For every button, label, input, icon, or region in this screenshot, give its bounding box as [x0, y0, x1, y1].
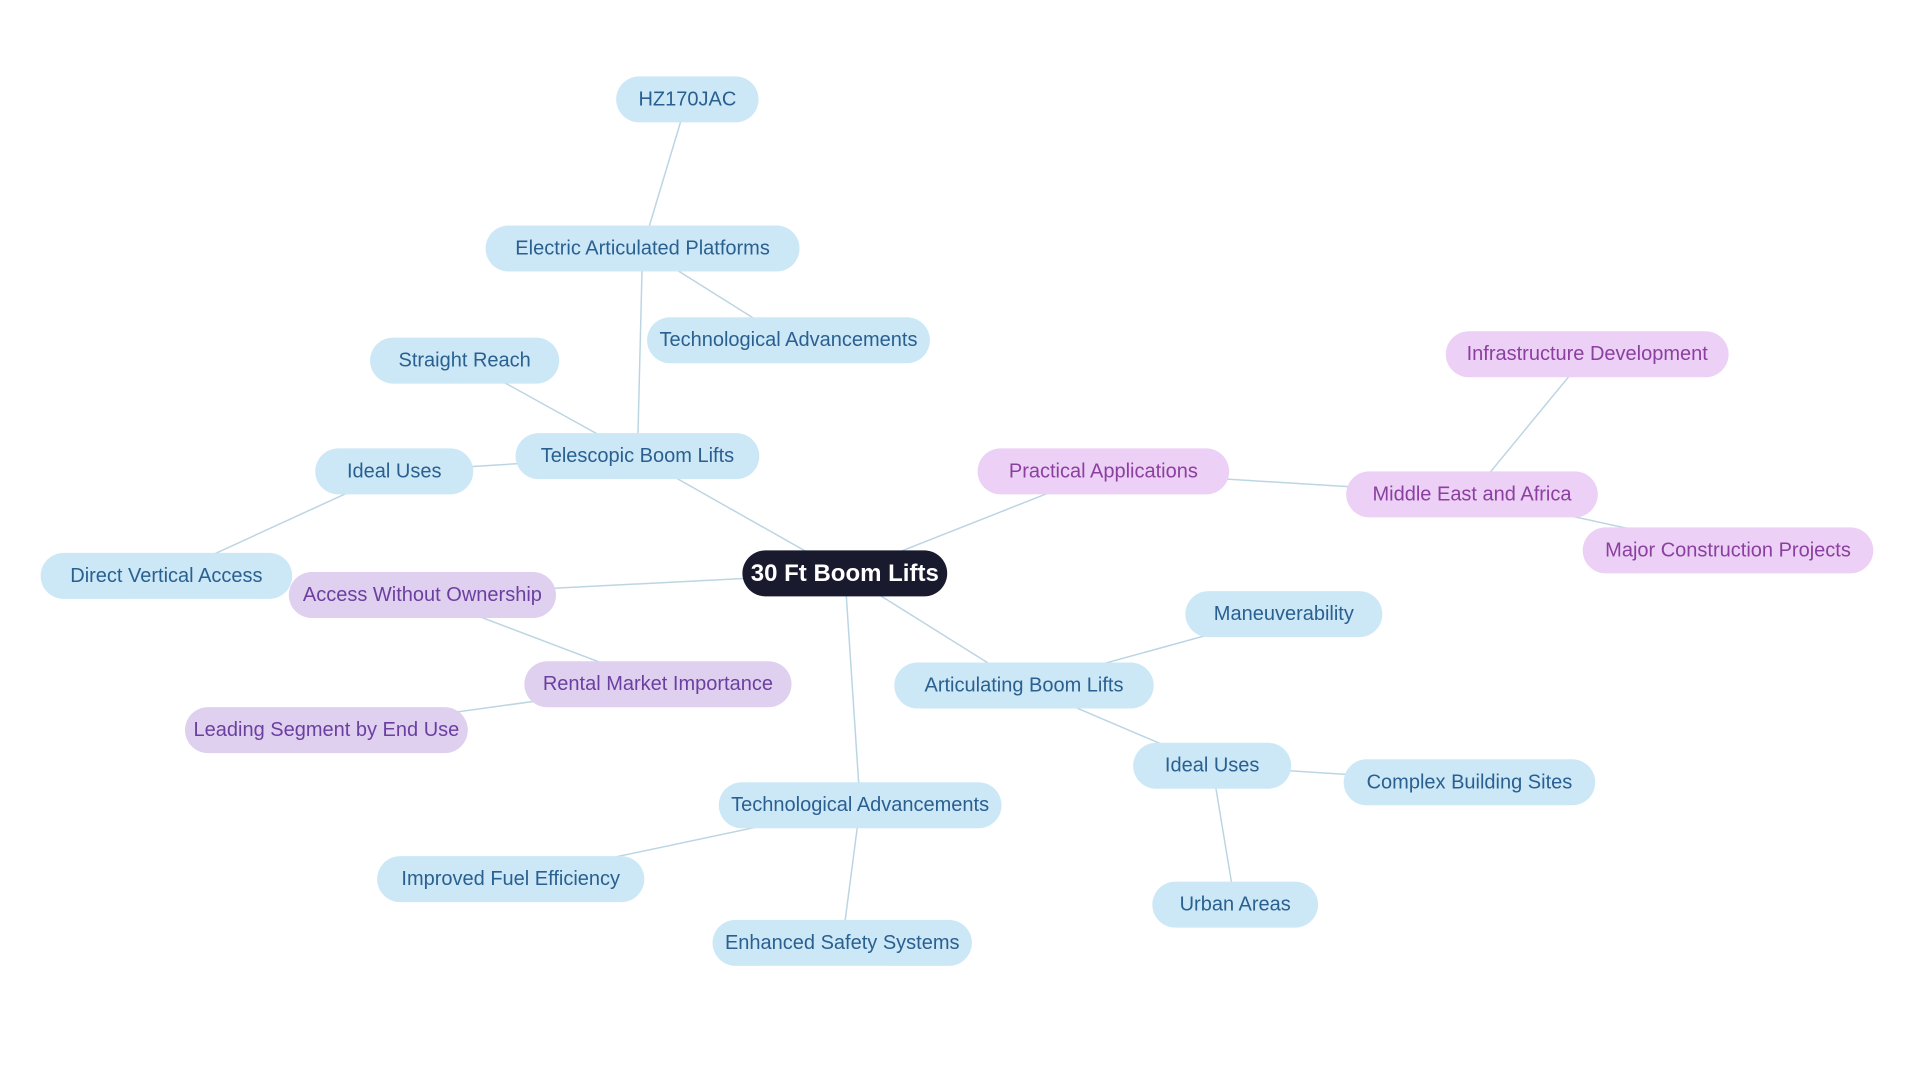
node-direct_vertical: Direct Vertical Access [41, 553, 293, 599]
node-complex_building: Complex Building Sites [1344, 759, 1596, 805]
svg-text:Electric Articulated Platforms: Electric Articulated Platforms [515, 237, 770, 259]
node-leading_segment: Leading Segment by End Use [185, 707, 468, 753]
svg-text:Ideal Uses: Ideal Uses [1165, 755, 1260, 777]
svg-text:Leading Segment by End Use: Leading Segment by End Use [194, 719, 460, 741]
node-tech_advancements_top: Technological Advancements [647, 317, 930, 363]
svg-text:Middle East and Africa: Middle East and Africa [1373, 483, 1573, 505]
svg-text:Articulating Boom Lifts: Articulating Boom Lifts [925, 674, 1124, 696]
mind-map: 30 Ft Boom Lifts HZ170JAC Electric Articul… [0, 0, 1920, 1083]
svg-text:Technological Advancements: Technological Advancements [731, 794, 989, 816]
node-telescopic_boom: Telescopic Boom Lifts [516, 433, 760, 479]
node-electric_articulated: Electric Articulated Platforms [486, 225, 800, 271]
svg-text:Access Without Ownership: Access Without Ownership [303, 584, 542, 606]
svg-text:Rental Market Importance: Rental Market Importance [543, 673, 773, 695]
svg-text:Maneuverability: Maneuverability [1214, 603, 1354, 625]
node-practical_apps: Practical Applications [978, 448, 1230, 494]
node-enhanced_safety: Enhanced Safety Systems [713, 920, 972, 966]
node-urban_areas: Urban Areas [1152, 882, 1318, 928]
svg-text:HZ170JAC: HZ170JAC [638, 88, 736, 110]
node-rental_market: Rental Market Importance [524, 661, 791, 707]
svg-text:Enhanced Safety Systems: Enhanced Safety Systems [725, 932, 960, 954]
svg-text:Practical Applications: Practical Applications [1009, 460, 1198, 482]
node-major_construction: Major Construction Projects [1583, 527, 1874, 573]
node-ideal_uses_top: Ideal Uses [315, 448, 473, 494]
node-improved_fuel: Improved Fuel Efficiency [377, 856, 644, 902]
node-ideal_uses_bot: Ideal Uses [1133, 743, 1291, 789]
node-access_without: Access Without Ownership [289, 572, 556, 618]
svg-text:Infrastructure Development: Infrastructure Development [1467, 343, 1709, 365]
node-infrastructure: Infrastructure Development [1446, 331, 1729, 377]
svg-text:Telescopic Boom Lifts: Telescopic Boom Lifts [541, 445, 734, 467]
svg-text:Major Construction Projects: Major Construction Projects [1605, 539, 1851, 561]
node-maneuverability: Maneuverability [1185, 591, 1382, 637]
node-middle_east: Middle East and Africa [1346, 471, 1598, 517]
svg-text:Improved Fuel Efficiency: Improved Fuel Efficiency [401, 868, 620, 890]
svg-text:30 Ft Boom Lifts: 30 Ft Boom Lifts [751, 560, 939, 587]
svg-text:Technological Advancements: Technological Advancements [660, 329, 918, 351]
svg-text:Complex Building Sites: Complex Building Sites [1367, 771, 1573, 793]
svg-text:Direct Vertical Access: Direct Vertical Access [70, 565, 262, 587]
svg-text:Urban Areas: Urban Areas [1180, 894, 1291, 916]
node-center: 30 Ft Boom Lifts [742, 550, 947, 596]
node-straight_reach: Straight Reach [370, 338, 559, 384]
svg-text:Ideal Uses: Ideal Uses [347, 460, 442, 482]
node-hz170jac: HZ170JAC [616, 76, 758, 122]
svg-text:Straight Reach: Straight Reach [398, 350, 530, 372]
node-articulating_boom: Articulating Boom Lifts [894, 662, 1153, 708]
node-tech_advancements_bot: Technological Advancements [719, 782, 1002, 828]
